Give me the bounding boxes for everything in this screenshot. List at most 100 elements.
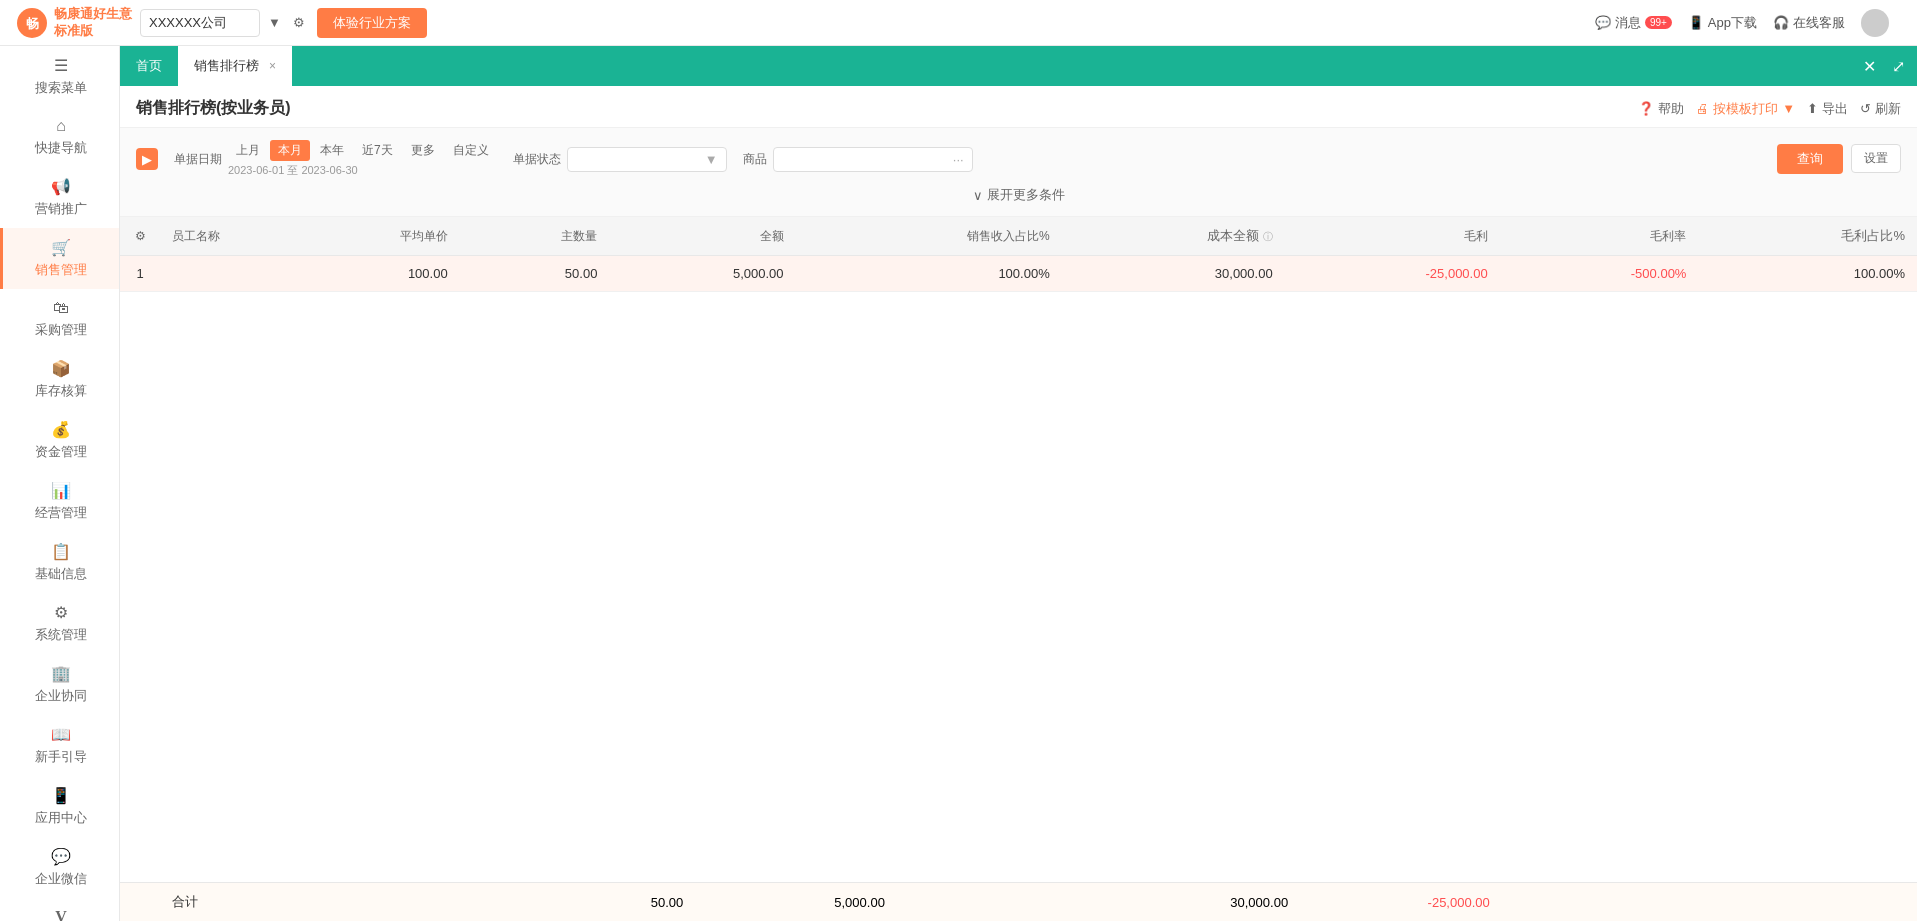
message-label: 消息: [1615, 14, 1641, 32]
date-tab-more[interactable]: 更多: [403, 140, 443, 161]
cell-total-amount: 5,000.00: [609, 256, 795, 292]
sidebar-item-label: 经营管理: [35, 504, 87, 522]
date-tab-7days[interactable]: 近7天: [354, 140, 401, 161]
filter-collapse-btn[interactable]: ▶: [136, 148, 158, 170]
col-cost-info-icon: ⓘ: [1263, 231, 1273, 242]
col-cost-label: 成本全额: [1207, 228, 1259, 243]
col-gross-profit: 毛利: [1285, 217, 1500, 256]
operations-icon: 📊: [51, 481, 71, 500]
col-main-qty: 主数量: [460, 217, 610, 256]
sidebar-item-label: 销售管理: [35, 261, 87, 279]
online-service-btn[interactable]: 🎧 在线客服: [1773, 14, 1845, 32]
expand-more-btn[interactable]: ∨ 展开更多条件: [136, 186, 1901, 204]
sidebar-item-finance[interactable]: 💰 资金管理: [0, 410, 119, 471]
cell-cost-amount: 30,000.00: [1062, 256, 1285, 292]
avatar[interactable]: [1861, 9, 1889, 37]
sidebar-item-system[interactable]: ⚙ 系统管理: [0, 593, 119, 654]
settings-icon[interactable]: ⚙: [289, 11, 309, 34]
table-row: 1 100.00 50.00 5,000.00 100.00% 30,000.0…: [120, 256, 1917, 292]
basic-info-icon: 📋: [51, 542, 71, 561]
print-btn[interactable]: 🖨 按模板打印 ▼: [1696, 100, 1795, 118]
date-tab-custom[interactable]: 自定义: [445, 140, 497, 161]
tab-home-label: 首页: [136, 57, 162, 75]
sidebar-item-inventory[interactable]: 📦 库存核算: [0, 349, 119, 410]
status-filter: 单据状态 ▼: [513, 147, 727, 172]
tab-sales-ranking[interactable]: 销售排行榜 ×: [178, 46, 292, 86]
goods-more-icon[interactable]: ···: [953, 152, 964, 167]
company-selector[interactable]: XXXXXX公司: [140, 9, 260, 37]
footer-main-qty: 50.00: [494, 895, 696, 910]
message-icon: 💬: [1595, 15, 1611, 30]
cell-rank: 1: [120, 256, 160, 292]
company-dropdown-icon[interactable]: ▼: [268, 15, 281, 30]
marketing-icon: 📢: [51, 177, 71, 196]
col-employee: 员工名称: [160, 217, 280, 256]
message-btn[interactable]: 💬 消息 99+: [1595, 14, 1672, 32]
top-bar-right: 💬 消息 99+ 📱 App下载 🎧 在线客服: [1595, 9, 1905, 37]
sidebar-item-app-center[interactable]: 📱 应用中心: [0, 776, 119, 837]
window-expand-icon[interactable]: ⤢: [1888, 53, 1909, 80]
tab-home[interactable]: 首页: [120, 46, 178, 86]
svg-text:畅: 畅: [26, 16, 39, 31]
date-range-display: 2023-06-01 至 2023-06-30: [228, 163, 497, 178]
expand-more-label: 展开更多条件: [987, 186, 1065, 204]
print-icon: 🖨: [1696, 101, 1709, 116]
refresh-btn[interactable]: ↺ 刷新: [1860, 100, 1901, 118]
sidebar-item-purchase[interactable]: 🛍 采购管理: [0, 289, 119, 349]
export-btn[interactable]: ⬆ 导出: [1807, 100, 1848, 118]
finance-icon: 💰: [51, 420, 71, 439]
sidebar-item-quick-nav[interactable]: ⌂ 快捷导航: [0, 107, 119, 167]
cell-main-qty: 50.00: [460, 256, 610, 292]
table-footer: 合计 50.00 5,000.00 30,000.00 -25,000.00: [120, 882, 1917, 921]
sidebar-item-member[interactable]: V 畅会员: [0, 898, 119, 921]
sidebar-item-operations[interactable]: 📊 经营管理: [0, 471, 119, 532]
nav-right-actions: ✕ ⤢: [1859, 53, 1917, 80]
guide-icon: 📖: [51, 725, 71, 744]
sidebar-item-search-orders[interactable]: ☰ 搜索菜单: [0, 46, 119, 107]
export-icon: ⬆: [1807, 101, 1818, 116]
status-dropdown-icon: ▼: [705, 152, 718, 167]
help-btn[interactable]: ❓ 帮助: [1638, 100, 1684, 118]
goods-filter: 商品 ···: [743, 147, 973, 172]
tab-close-icon[interactable]: ×: [269, 59, 276, 73]
company-name-text: XXXXXX公司: [149, 15, 227, 30]
help-icon: ❓: [1638, 101, 1654, 116]
sidebar-item-guide[interactable]: 📖 新手引导: [0, 715, 119, 776]
app-download-btn[interactable]: 📱 App下载: [1688, 14, 1757, 32]
sidebar-item-wechat[interactable]: 💬 企业微信: [0, 837, 119, 898]
member-icon: V: [55, 908, 67, 921]
sidebar-item-label: 采购管理: [35, 321, 87, 339]
system-icon: ⚙: [54, 603, 68, 622]
table-header-row: ⚙ 员工名称 平均单价 主数量 全额 销售收入占比% 成本全额 ⓘ 毛利 毛利率: [120, 217, 1917, 256]
query-button[interactable]: 查询: [1777, 144, 1843, 174]
app-icon: 📱: [1688, 15, 1704, 30]
cell-avg-price: 100.00: [280, 256, 460, 292]
app-label: App下载: [1708, 14, 1757, 32]
print-label: 按模板打印: [1713, 100, 1778, 118]
sidebar-item-label: 搜索菜单: [35, 79, 87, 97]
date-tab-this-month[interactable]: 本月: [270, 140, 310, 161]
tab-active-label: 销售排行榜: [194, 57, 259, 75]
sidebar-item-marketing[interactable]: 📢 营销推广: [0, 167, 119, 228]
purchase-icon: 🛍: [53, 299, 69, 317]
trial-button[interactable]: 体验行业方案: [317, 8, 427, 38]
data-table: ⚙ 员工名称 平均单价 主数量 全额 销售收入占比% 成本全额 ⓘ 毛利 毛利率: [120, 217, 1917, 292]
col-avg-price: 平均单价: [280, 217, 460, 256]
window-close-icon[interactable]: ✕: [1859, 53, 1880, 80]
date-tab-last-month[interactable]: 上月: [228, 140, 268, 161]
footer-gross-profit: -25,000.00: [1300, 895, 1502, 910]
sidebar-item-basic-info[interactable]: 📋 基础信息: [0, 532, 119, 593]
top-bar-left: 畅 畅康通好生意 标准版 XXXXXX公司 ▼ ⚙ 体验行业方案: [12, 6, 1587, 40]
status-filter-label: 单据状态: [513, 151, 561, 168]
cell-gross-ratio: 100.00%: [1698, 256, 1917, 292]
col-gross-ratio-label: 毛利占比%: [1841, 228, 1905, 243]
filter-settings-button[interactable]: 设置: [1851, 144, 1901, 173]
col-sales-ratio: 销售收入占比%: [796, 217, 1062, 256]
sidebar-item-enterprise[interactable]: 🏢 企业协同: [0, 654, 119, 715]
sidebar-item-label: 应用中心: [35, 809, 87, 827]
app-center-icon: 📱: [51, 786, 71, 805]
page-content: 销售排行榜(按业务员) ❓ 帮助 🖨 按模板打印 ▼ ⬆ 导出: [120, 86, 1917, 921]
sidebar-item-sales[interactable]: 🛒 销售管理: [0, 228, 119, 289]
page-header: 销售排行榜(按业务员) ❓ 帮助 🖨 按模板打印 ▼ ⬆ 导出: [120, 86, 1917, 128]
date-tab-this-year[interactable]: 本年: [312, 140, 352, 161]
